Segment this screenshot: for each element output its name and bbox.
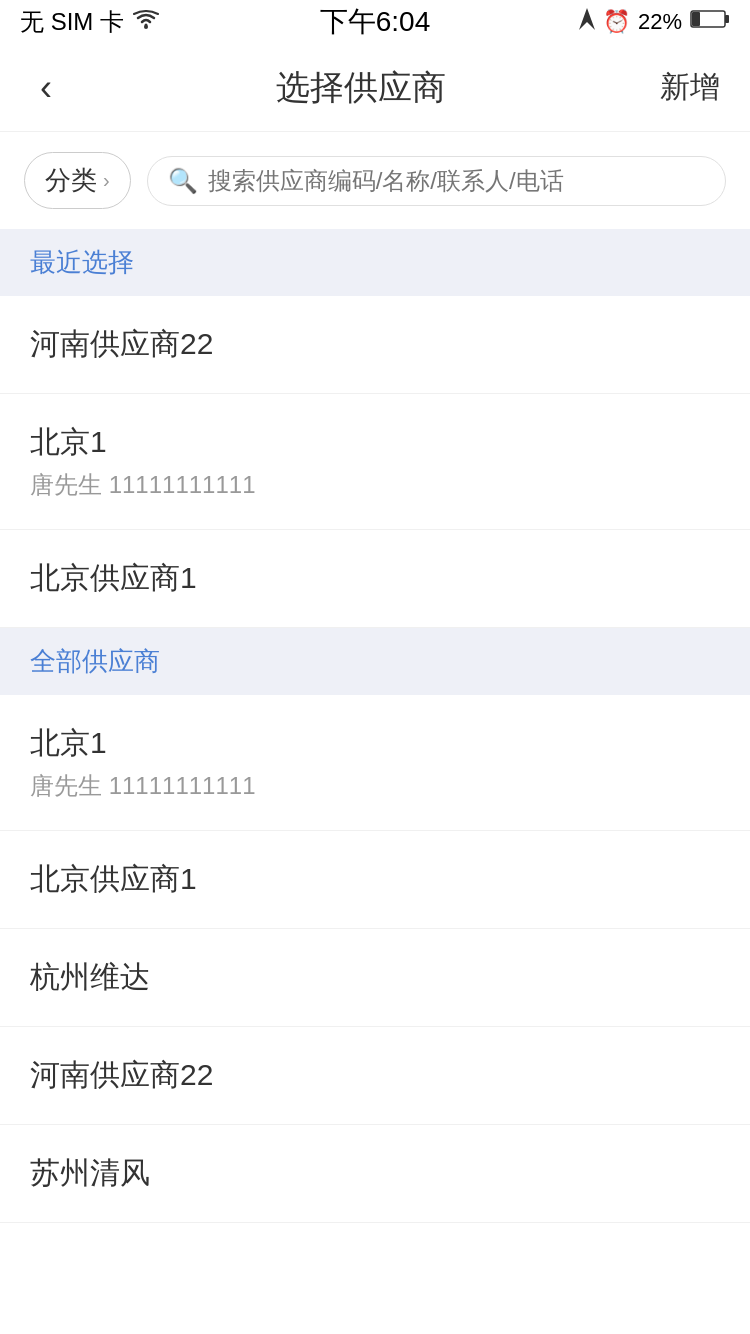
battery-icon — [690, 9, 730, 35]
item-name: 河南供应商22 — [30, 1055, 720, 1096]
item-sub: 唐先生 11111111111 — [30, 469, 720, 501]
item-name: 北京供应商1 — [30, 558, 720, 599]
item-name: 北京1 — [30, 723, 720, 764]
alarm-icon: ⏰ — [603, 9, 630, 35]
category-button[interactable]: 分类 › — [24, 152, 131, 209]
recent-list: 河南供应商22 北京1 唐先生 11111111111 北京供应商1 — [0, 296, 750, 628]
battery-text: 22% — [638, 9, 682, 35]
list-item[interactable]: 杭州维达 — [0, 929, 750, 1027]
filter-bar: 分类 › 🔍 — [0, 132, 750, 229]
search-icon: 🔍 — [168, 167, 198, 195]
list-item[interactable]: 苏州清风 — [0, 1125, 750, 1223]
nav-bar: ‹ 选择供应商 新增 — [0, 44, 750, 132]
list-item[interactable]: 北京供应商1 — [0, 831, 750, 929]
page-title: 选择供应商 — [276, 65, 446, 111]
item-name: 河南供应商22 — [30, 324, 720, 365]
list-item[interactable]: 北京1 唐先生 11111111111 — [0, 695, 750, 831]
item-name: 苏州清风 — [30, 1153, 720, 1194]
search-box[interactable]: 🔍 — [147, 156, 726, 206]
item-name: 北京供应商1 — [30, 859, 720, 900]
carrier-text: 无 SIM 卡 — [20, 6, 124, 38]
status-left: 无 SIM 卡 — [20, 6, 160, 38]
status-right: ⏰ 22% — [579, 8, 730, 36]
svg-rect-3 — [725, 15, 729, 23]
item-name: 北京1 — [30, 422, 720, 463]
all-list: 北京1 唐先生 11111111111 北京供应商1 杭州维达河南供应商22 苏州清风 — [0, 695, 750, 1223]
wifi-icon — [132, 8, 160, 36]
item-name: 杭州维达 — [30, 957, 720, 998]
new-button[interactable]: 新增 — [660, 67, 720, 108]
list-item[interactable]: 北京供应商1 — [0, 530, 750, 628]
chevron-right-icon: › — [103, 169, 110, 192]
location-icon — [579, 8, 595, 36]
list-item[interactable]: 河南供应商22 — [0, 296, 750, 394]
search-input[interactable] — [208, 167, 705, 195]
svg-point-0 — [144, 25, 148, 29]
svg-rect-4 — [692, 12, 700, 26]
all-section-header: 全部供应商 — [0, 628, 750, 695]
status-bar: 无 SIM 卡 下午6:04 ⏰ 22% — [0, 0, 750, 44]
status-time: 下午6:04 — [320, 3, 431, 41]
list-item[interactable]: 北京1 唐先生 11111111111 — [0, 394, 750, 530]
category-label: 分类 — [45, 163, 97, 198]
recent-section-header: 最近选择 — [0, 229, 750, 296]
item-sub: 唐先生 11111111111 — [30, 770, 720, 802]
svg-marker-1 — [579, 8, 595, 30]
back-button[interactable]: ‹ — [30, 57, 62, 119]
list-item[interactable]: 河南供应商22 — [0, 1027, 750, 1125]
